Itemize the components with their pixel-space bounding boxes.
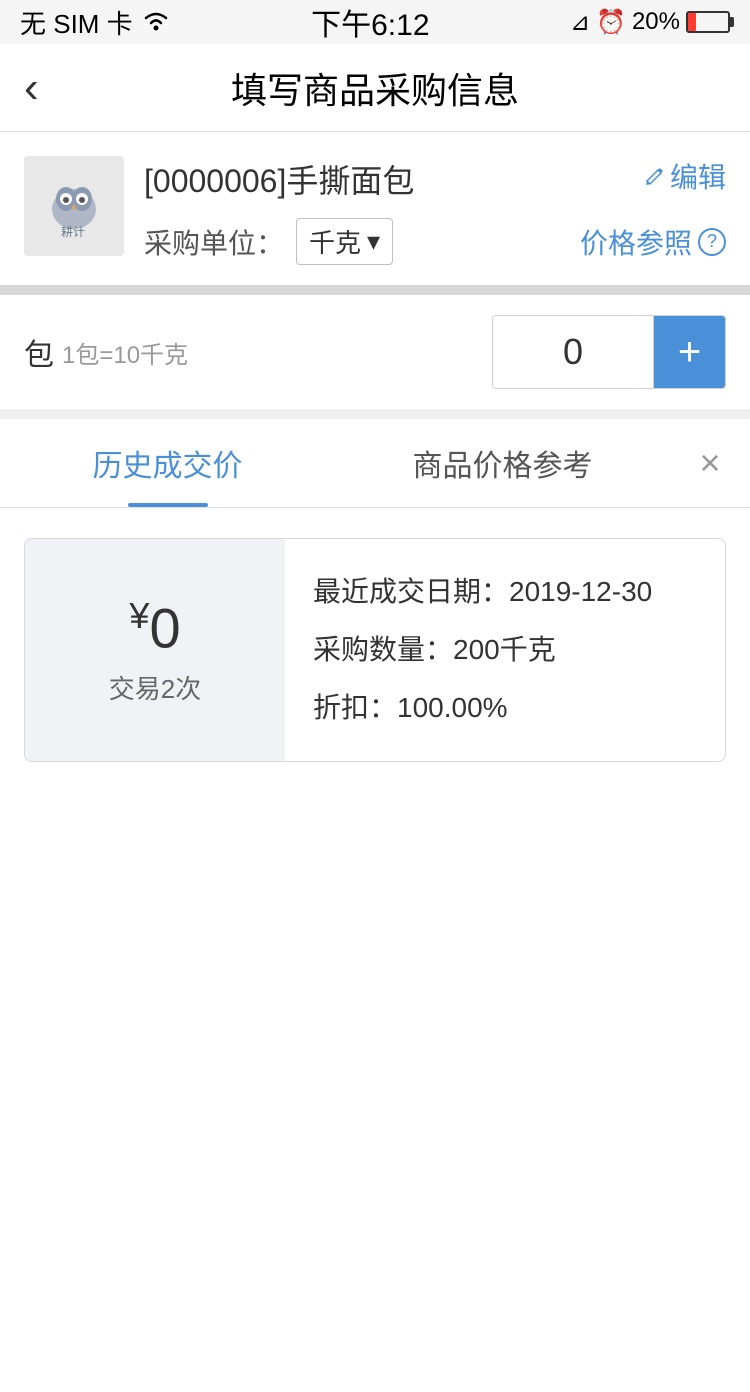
section-divider (0, 285, 750, 295)
conversion-text: 1包=10千克 (62, 335, 188, 370)
sim-status: 无 SIM 卡 (20, 4, 133, 41)
tabs-header: 历史成交价 商品价格参考 × (0, 419, 750, 508)
price-amount: ¥0 (129, 594, 180, 662)
product-title-row: [0000006]手撕面包 编辑 (144, 156, 726, 202)
dropdown-arrow-icon: ▾ (367, 226, 380, 257)
product-logo: 耕计 (39, 171, 109, 241)
edit-icon (644, 165, 666, 187)
quantity-label: 包 1包=10千克 (24, 330, 188, 374)
tabs-section: 历史成交价 商品价格参考 × ¥0 交易2次 最近成交日期：2019-12-30… (0, 419, 750, 792)
price-reference-button[interactable]: 价格参照 ? (580, 222, 726, 262)
edit-button[interactable]: 编辑 (644, 156, 726, 196)
wifi-icon (141, 7, 171, 38)
bottom-area (0, 792, 750, 1392)
price-card: ¥0 交易2次 最近成交日期：2019-12-30 采购数量：200千克 折扣：… (24, 538, 726, 762)
product-info: [0000006]手撕面包 编辑 采购单位： 千克 ▾ (144, 156, 726, 265)
nav-bar: ‹ 填写商品采购信息 (0, 44, 750, 132)
status-time: 下午6:12 (311, 0, 429, 44)
last-trade-date: 最近成交日期：2019-12-30 (313, 571, 697, 613)
product-section: 耕计 [0000006]手撕面包 编辑 采购单位： (0, 132, 750, 285)
tab-product-price-ref[interactable]: 商品价格参考 (335, 419, 670, 507)
product-name: [0000006]手撕面包 (144, 156, 414, 202)
discount: 折扣：100.00% (313, 687, 697, 729)
help-icon: ? (698, 228, 726, 256)
trade-count: 交易2次 (109, 669, 201, 706)
quantity-input[interactable] (493, 316, 653, 388)
back-button[interactable]: ‹ (24, 66, 39, 110)
close-tab-button[interactable]: × (670, 419, 750, 507)
unit-value: 千克 (309, 223, 361, 260)
status-left: 无 SIM 卡 (20, 4, 171, 41)
tab-history-price[interactable]: 历史成交价 (0, 419, 335, 507)
product-row: 耕计 [0000006]手撕面包 编辑 采购单位： (24, 156, 726, 265)
purchase-unit-left: 采购单位： 千克 ▾ (144, 218, 393, 265)
alarm-icon: ⏰ (596, 8, 626, 37)
page-title: 填写商品采购信息 (231, 62, 519, 114)
location-icon: ⊿ (570, 8, 590, 37)
history-price-content: ¥0 交易2次 最近成交日期：2019-12-30 采购数量：200千克 折扣：… (0, 508, 750, 792)
purchase-unit-row: 采购单位： 千克 ▾ 价格参照 ? (144, 218, 726, 265)
currency-symbol: ¥ (129, 595, 149, 636)
unit-dropdown[interactable]: 千克 ▾ (296, 218, 393, 265)
purchase-quantity: 采购数量：200千克 (313, 629, 697, 671)
battery-percent: 20% (632, 8, 680, 36)
status-bar: 无 SIM 卡 下午6:12 ⊿ ⏰ 20% (0, 0, 750, 44)
quantity-section: 包 1包=10千克 + (0, 295, 750, 409)
purchase-unit-label: 采购单位： (144, 222, 284, 262)
price-card-left: ¥0 交易2次 (25, 539, 285, 761)
battery-icon (686, 11, 730, 33)
status-right: ⊿ ⏰ 20% (570, 8, 730, 37)
price-ref-label: 价格参照 (580, 222, 692, 262)
price-card-right: 最近成交日期：2019-12-30 采购数量：200千克 折扣：100.00% (285, 539, 725, 761)
product-thumbnail: 耕计 (24, 156, 124, 256)
close-icon: × (699, 442, 720, 484)
quantity-control: + (492, 315, 726, 389)
plus-button[interactable]: + (653, 316, 725, 388)
unit-bao: 包 (24, 330, 54, 374)
svg-text:耕计: 耕计 (61, 224, 85, 239)
